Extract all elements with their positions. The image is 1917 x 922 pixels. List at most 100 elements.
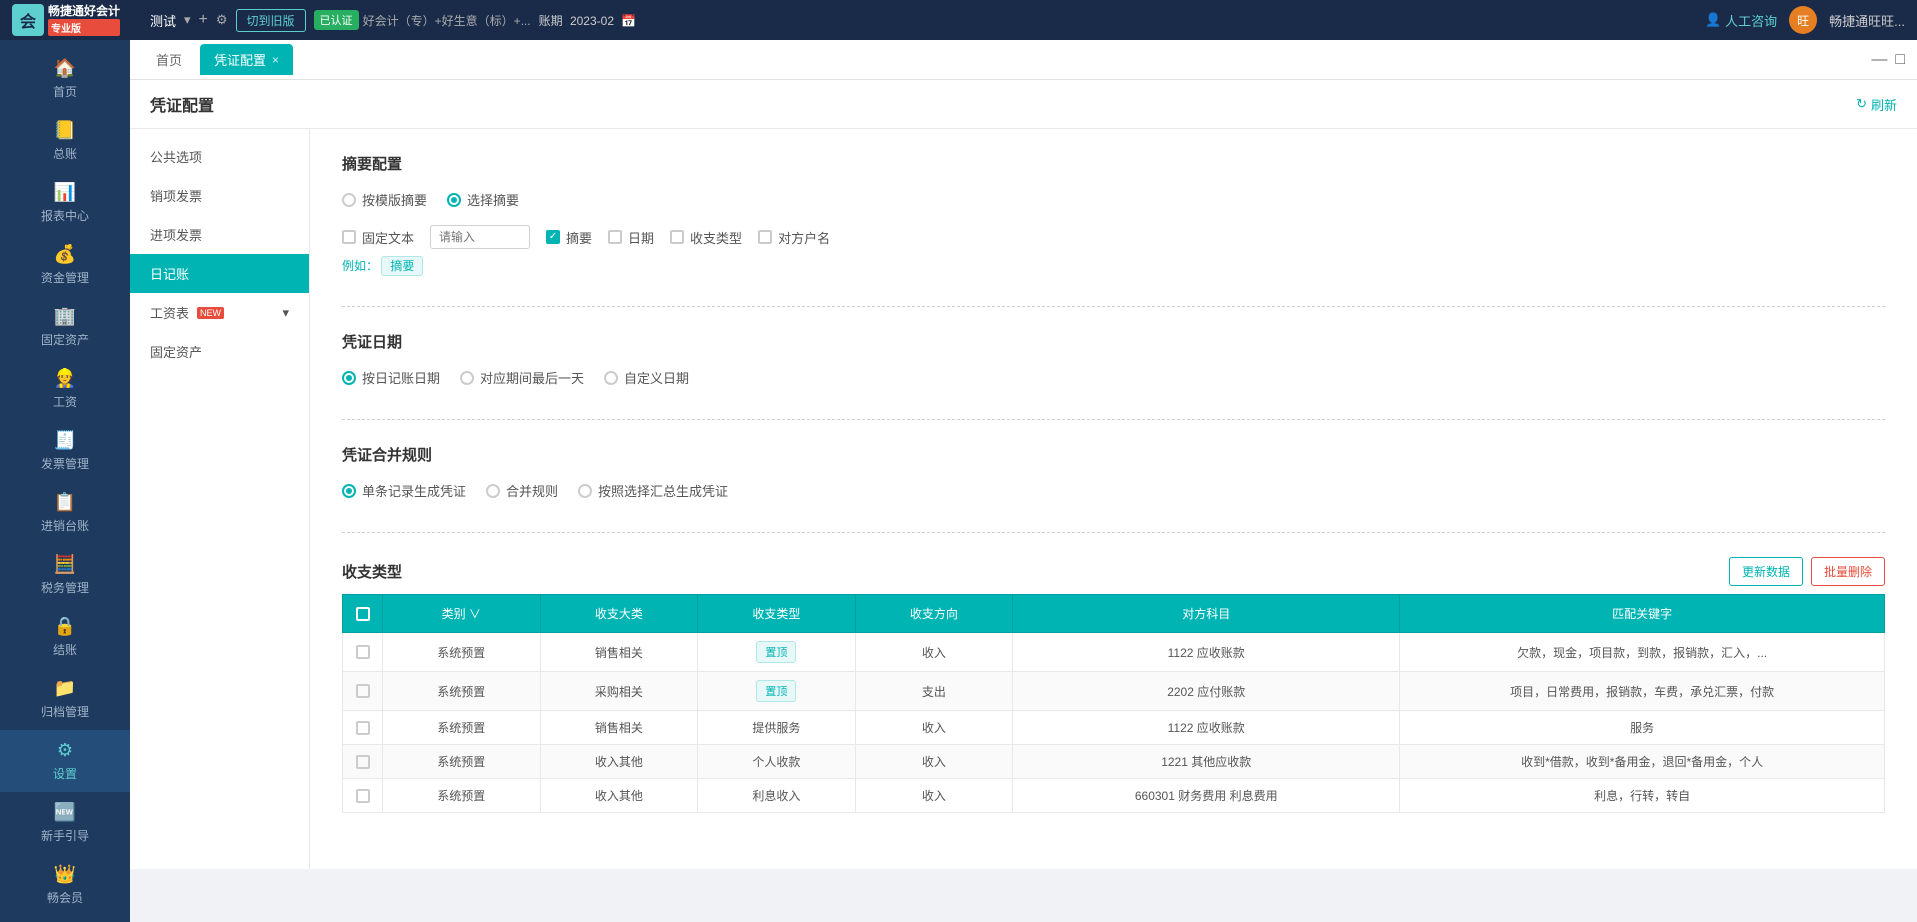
sidebar-item-funds[interactable]: 💰 资金管理 [0,234,130,296]
cell-major-type: 销售相关 [540,711,698,745]
merge-radio-single-circle [342,484,356,498]
reset-top-button[interactable]: 置顶 [756,680,796,702]
checkbox-summary[interactable]: 摘要 [546,228,592,247]
row-checkbox[interactable] [356,789,370,803]
sidebar-item-archive[interactable]: 📁 归档管理 [0,668,130,730]
merge-radio-single-label: 单条记录生成凭证 [362,481,466,500]
merge-radio-summary[interactable]: 按照选择汇总生成凭证 [578,481,728,500]
company-name: 测试 [150,11,176,30]
topbar-plus-icon[interactable]: + [199,11,208,29]
sidebar-item-invoices[interactable]: 🧾 发票管理 [0,420,130,482]
date-radio-period-last[interactable]: 对应期间最后一天 [460,368,584,387]
merge-radio-merge-label: 合并规则 [506,481,558,500]
income-expense-section: 收支类型 更新数据 批量删除 类别 ∨ [342,557,1885,813]
th-type: 收支类型 [698,595,856,633]
payroll-expand-icon: ▾ [282,305,289,321]
summary-radio-template[interactable]: 按模版摘要 [342,190,427,209]
logo: 会 畅捷通好会计 专业版 [12,4,142,36]
summary-config-section: 摘要配置 按模版摘要 选择摘要 [342,153,1885,274]
fixed-text-label: 固定文本 [362,228,414,247]
summary-radio-select[interactable]: 选择摘要 [447,190,519,209]
date-radio-custom[interactable]: 自定义日期 [604,368,689,387]
table-header-row: 收支类型 更新数据 批量删除 [342,557,1885,586]
sidebar-item-guide[interactable]: 🆕 新手引导 [0,792,130,854]
sidebar-item-home[interactable]: 🏠 首页 [0,48,130,110]
tabs-bar: 首页 凭证配置 × — □ [130,40,1917,80]
sidebar-item-ledger[interactable]: 📒 总账 [0,110,130,172]
merge-radio-summary-label: 按照选择汇总生成凭证 [598,481,728,500]
cell-direction: 收入 [855,711,1013,745]
th-account: 对方科目 [1013,595,1400,633]
row-checkbox[interactable] [356,721,370,735]
left-nav-payroll[interactable]: 工资表 NEW ▾ [130,293,309,332]
refresh-button[interactable]: ↻ 刷新 [1856,95,1897,114]
row-checkbox[interactable] [356,645,370,659]
sidebar-item-guide-label: 新手引导 [41,827,89,844]
th-direction: 收支方向 [855,595,1013,633]
fixed-text-input[interactable] [430,225,530,249]
row-checkbox[interactable] [356,755,370,769]
date-radio-journal[interactable]: 按日记账日期 [342,368,440,387]
cell-direction: 支出 [855,672,1013,711]
right-content: 摘要配置 按模版摘要 选择摘要 [310,129,1917,869]
cell-major-type: 采购相关 [540,672,698,711]
date-radio-custom-circle [604,371,618,385]
checkbox-pay-type[interactable]: 收支类型 [670,228,742,247]
batch-delete-button[interactable]: 批量删除 [1811,557,1885,586]
row-checkbox[interactable] [356,684,370,698]
sidebar-item-settings[interactable]: ⚙ 设置 [0,730,130,792]
left-nav-fixed-assets[interactable]: 固定资产 [130,332,309,371]
cell-keyword: 项目，日常费用，报销款，车费，承兑汇票，付款 [1400,672,1885,711]
tab-voucher-config[interactable]: 凭证配置 × [200,44,293,75]
archive-icon: 📁 [54,678,76,699]
certified-badge: 已认证 好会计（专）+好生意（标）+... [314,10,531,30]
logo-sub: 专业版 [48,19,120,36]
tab-voucher-config-label: 凭证配置 [214,50,266,69]
left-nav-sales[interactable]: 销项发票 [130,176,309,215]
table-row: 系统预置销售相关置顶收入1122 应收账款欠款，现金，项目款，到款，报销款，汇入… [343,633,1885,672]
sidebar-item-closing[interactable]: 🔒 结账 [0,606,130,668]
cell-keyword: 欠款，现金，项目款，到款，报销款，汇入，... [1400,633,1885,672]
merge-radio-single[interactable]: 单条记录生成凭证 [342,481,466,500]
period-label: 账期 2023-02 📅 [539,12,637,29]
switch-version-button[interactable]: 切到旧版 [236,9,306,32]
cell-type: 置顶 [698,672,856,711]
divider-3 [342,532,1885,533]
tab-home[interactable]: 首页 [142,44,196,75]
sidebar-item-closing-label: 结账 [53,641,77,658]
select-all-checkbox[interactable] [356,607,370,621]
sidebar-item-tax[interactable]: 🧮 税务管理 [0,544,130,606]
sidebar-item-payroll[interactable]: 👷 工资 [0,358,130,420]
checkbox-counterpart[interactable]: 对方户名 [758,228,830,247]
cell-major-type: 销售相关 [540,633,698,672]
checkbox-date[interactable]: 日期 [608,228,654,247]
reset-top-button[interactable]: 置顶 [756,641,796,663]
cell-type: 利息收入 [698,779,856,813]
merge-radio-merge[interactable]: 合并规则 [486,481,558,500]
checkbox-fixed-text[interactable]: 固定文本 [342,228,414,247]
window-minimize-button[interactable]: — [1871,51,1887,69]
th-checkbox[interactable] [343,595,383,633]
left-nav-public[interactable]: 公共选项 [130,137,309,176]
company-dropdown-icon[interactable]: ▾ [184,12,191,28]
service-button[interactable]: 👤 人工咨询 [1705,11,1777,30]
window-maximize-button[interactable]: □ [1895,51,1905,69]
update-data-button[interactable]: 更新数据 [1729,557,1803,586]
cell-major-type: 收入其他 [540,779,698,813]
income-expense-table: 类别 ∨ 收支大类 收支类型 收支方向 对方科目 匹配关键字 系统预置销售相关置… [342,594,1885,813]
sidebar-item-home-label: 首页 [53,83,77,100]
sidebar-item-member[interactable]: 👑 畅会员 [0,854,130,916]
left-nav-journal[interactable]: 日记账 [130,254,309,293]
sidebar-item-member-label: 畅会员 [47,889,83,906]
invoices-icon: 🧾 [54,430,76,451]
page-content: 凭证配置 ↻ 刷新 公共选项 销项发票 进项发票 [130,80,1917,922]
tab-close-button[interactable]: × [272,53,279,67]
certified-label: 已认证 [314,10,359,30]
sidebar-item-fixed-assets[interactable]: 🏢 固定资产 [0,296,130,358]
sidebar-item-reports[interactable]: 📊 报表中心 [0,172,130,234]
sidebar-item-sales[interactable]: 📋 进销台账 [0,482,130,544]
topbar-settings-icon[interactable]: ⚙ [216,12,228,28]
left-nav-purchase[interactable]: 进项发票 [130,215,309,254]
payroll-icon: 👷 [54,368,76,389]
checkbox-counterpart-box [758,230,772,244]
